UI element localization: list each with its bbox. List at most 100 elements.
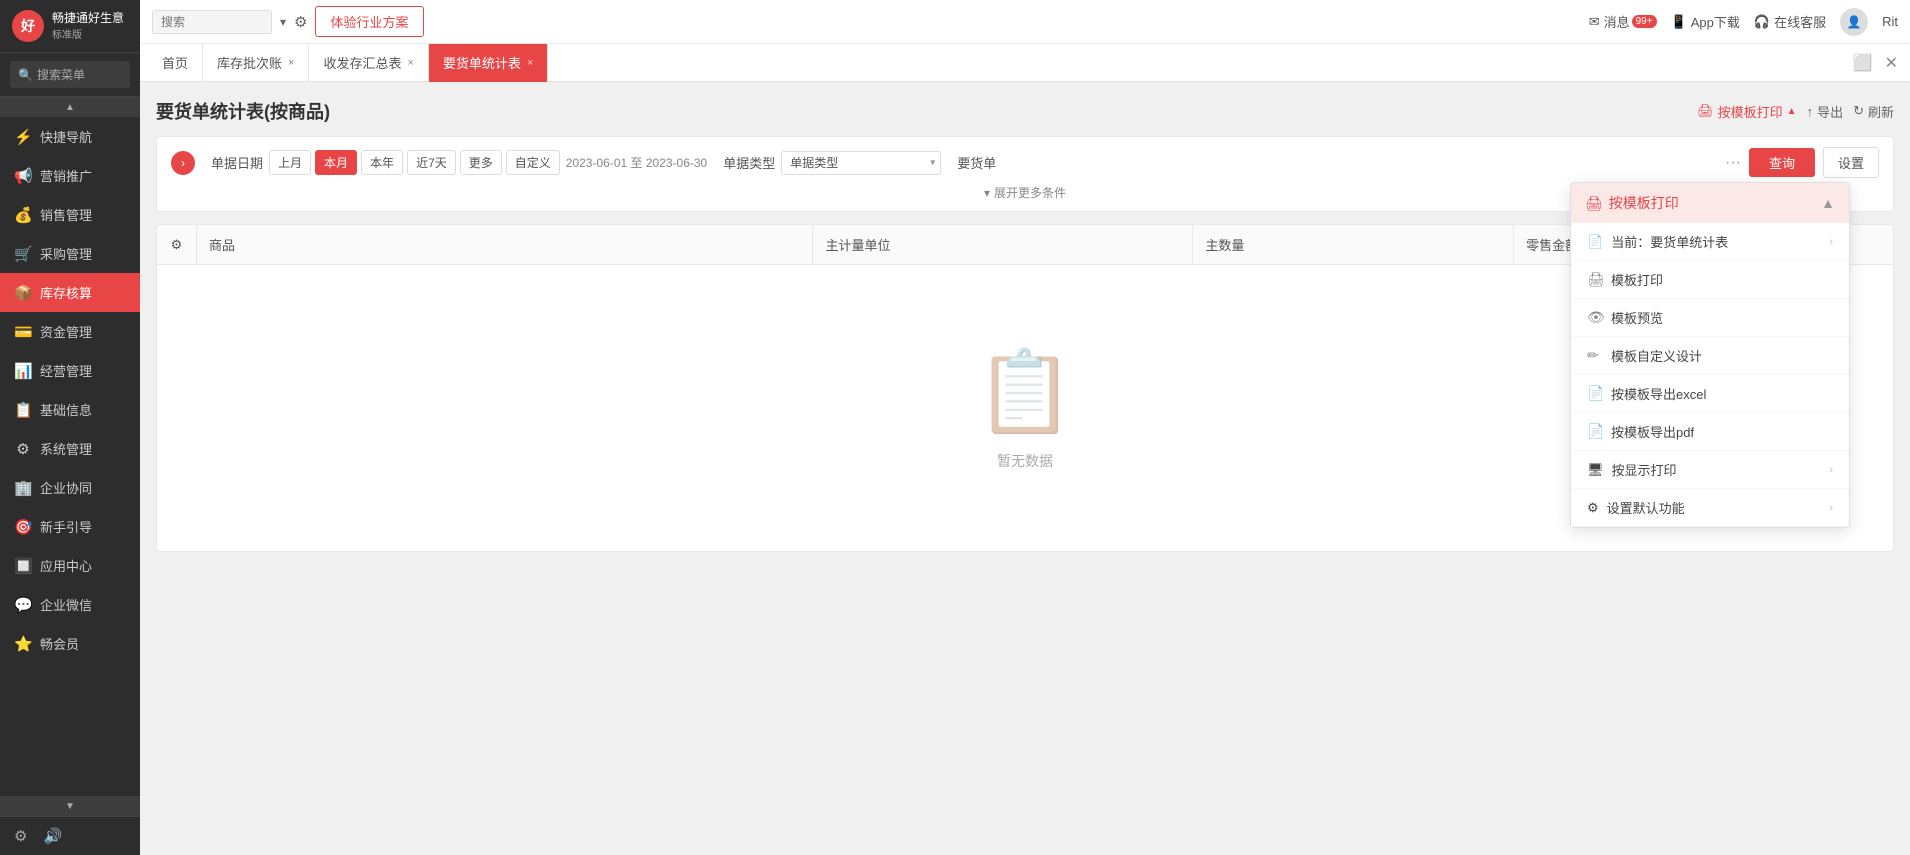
requisition-type-label: 要货单 <box>957 153 996 172</box>
sidebar-item-basic[interactable]: 📋 基础信息 <box>0 390 140 429</box>
sidebar-item-wechat[interactable]: 💬 企业微信 <box>0 585 140 624</box>
more-options-icon[interactable]: ··· <box>1725 154 1741 172</box>
tab-close-collection-summary[interactable]: × <box>407 57 413 69</box>
page-header: 要货单统计表(按商品) 🖨 按模板打印 ▲ ↑ 导出 ↻ 刷新 <box>156 98 1894 124</box>
tabs-controls: ⬜ ✕ <box>1849 51 1902 75</box>
avatar-placeholder: 👤 <box>1847 15 1862 29</box>
avatar[interactable]: 👤 <box>1840 8 1868 36</box>
dropdown-current-item[interactable]: 📄 当前：要货单统计表 › <box>1571 223 1849 261</box>
refresh-button[interactable]: ↻ 刷新 <box>1853 102 1894 121</box>
query-button[interactable]: 查询 <box>1749 148 1815 177</box>
app-version: 标准版 <box>52 26 124 41</box>
sidebar-search-area: 🔍 搜索菜单 <box>0 53 140 97</box>
logo-text-area: 畅捷通好生意 标准版 <box>52 11 124 42</box>
app-center-icon: 🔲 <box>14 557 32 575</box>
marketing-icon: 📢 <box>14 167 32 185</box>
tab-maximize-button[interactable]: ⬜ <box>1849 51 1877 75</box>
page-actions: 🖨 按模板打印 ▲ ↑ 导出 ↻ 刷新 <box>1697 102 1894 121</box>
scroll-up-button[interactable]: ▲ <box>0 97 140 117</box>
sidebar-item-system[interactable]: ⚙ 系统管理 <box>0 429 140 468</box>
online-service-button[interactable]: 🎧 在线客服 <box>1754 12 1826 31</box>
table-settings-icon[interactable]: ⚙ <box>171 237 183 253</box>
app-name: 畅捷通好生意 <box>52 11 124 27</box>
filter-order-type-item: 单据类型 单据类型 要货单 <box>723 151 941 175</box>
dropdown-default-settings-item[interactable]: ⚙ 设置默认功能 › <box>1571 489 1849 527</box>
sidebar-item-member[interactable]: ⭐ 畅会员 <box>0 624 140 663</box>
template-print-item-icon: 🖨 <box>1587 271 1603 288</box>
th-product: 商品 <box>197 225 813 264</box>
app-download-button[interactable]: 📱 App下载 <box>1671 12 1740 31</box>
topbar-settings-button[interactable]: ⚙ <box>294 13 307 31</box>
sidebar-nav: ⚡ 快捷导航 📢 营销推广 💰 销售管理 🛒 采购管理 📦 库存核算 💳 资金管… <box>0 117 140 796</box>
filter-toggle-button[interactable]: › <box>171 151 195 175</box>
date-btn-this-year[interactable]: 本年 <box>361 150 403 175</box>
sidebar-item-inventory[interactable]: 📦 库存核算 <box>0 273 140 312</box>
template-print-dropdown: 🖨 按模板打印 ▲ 📄 当前：要货单统计表 › 🖨 模板打印 👁 模板预览 <box>1570 182 1850 528</box>
search-icon: 🔍 <box>18 68 33 82</box>
tab-home[interactable]: 首页 <box>148 44 203 82</box>
sidebar-item-app-center[interactable]: 🔲 应用中心 <box>0 546 140 585</box>
sidebar-item-operations[interactable]: 📊 经营管理 <box>0 351 140 390</box>
chevron-down-icon: ▾ <box>984 186 990 200</box>
sidebar-item-finance[interactable]: 💳 资金管理 <box>0 312 140 351</box>
export-button[interactable]: ↑ 导出 <box>1807 102 1844 121</box>
expand-more-button[interactable]: ▾ 展开更多条件 <box>984 184 1066 201</box>
empty-illustration: 📋 <box>975 345 1075 439</box>
date-btn-7days[interactable]: 近7天 <box>407 150 456 175</box>
dropdown-export-excel-item[interactable]: 📄 按模板导出excel <box>1571 375 1849 413</box>
tab-close-requisition-stats[interactable]: × <box>527 57 533 69</box>
logo-icon: 好 <box>12 10 44 42</box>
dropdown-display-print-left: 🖥 按显示打印 <box>1587 460 1677 479</box>
dropdown-template-print-item[interactable]: 🖨 模板打印 <box>1571 261 1849 299</box>
th-unit: 主计量单位 <box>813 225 1193 264</box>
current-item-arrow: › <box>1829 236 1833 248</box>
tab-requisition-stats[interactable]: 要货单统计表 × <box>429 44 548 82</box>
date-btn-more[interactable]: 更多 <box>460 150 502 175</box>
sidebar-item-guide[interactable]: 🎯 新手引导 <box>0 507 140 546</box>
tab-close-all-button[interactable]: ✕ <box>1881 51 1902 75</box>
dropdown-display-print-item[interactable]: 🖥 按显示打印 › <box>1571 451 1849 489</box>
service-icon: 🎧 <box>1754 14 1770 30</box>
th-settings[interactable]: ⚙ <box>157 225 197 264</box>
template-print-button[interactable]: 🖨 按模板打印 ▲ <box>1697 102 1796 121</box>
template-preview-item-icon: 👁 <box>1587 309 1603 326</box>
quick-nav-icon: ⚡ <box>14 128 32 146</box>
page-content-area: 要货单统计表(按商品) 🖨 按模板打印 ▲ ↑ 导出 ↻ 刷新 <box>140 82 1910 855</box>
sound-footer-icon[interactable]: 🔊 <box>43 827 62 845</box>
dropdown-current-left: 📄 当前：要货单统计表 <box>1587 232 1728 251</box>
dropdown-close-button[interactable]: ▲ <box>1821 195 1835 211</box>
download-icon: 📱 <box>1671 14 1687 30</box>
search-menu-button[interactable]: 🔍 搜索菜单 <box>10 61 130 88</box>
topbar-search-input[interactable] <box>152 10 272 34</box>
topbar-dropdown-button[interactable]: ▾ <box>280 15 286 29</box>
template-custom-item-icon: ✏ <box>1587 347 1603 364</box>
dropdown-template-custom-item[interactable]: ✏ 模板自定义设计 <box>1571 337 1849 375</box>
dropdown-template-preview-item[interactable]: 👁 模板预览 <box>1571 299 1849 337</box>
date-btn-custom[interactable]: 自定义 <box>506 150 560 175</box>
date-btn-this-month[interactable]: 本月 <box>315 150 357 175</box>
sidebar-item-enterprise[interactable]: 🏢 企业协同 <box>0 468 140 507</box>
tab-close-inventory-batch[interactable]: × <box>288 57 294 69</box>
sidebar-item-sales[interactable]: 💰 销售管理 <box>0 195 140 234</box>
messages-button[interactable]: ✉ 消息 99+ <box>1589 12 1657 31</box>
current-doc-icon: 📄 <box>1587 234 1603 250</box>
default-settings-arrow: › <box>1829 502 1833 514</box>
settings-footer-icon[interactable]: ⚙ <box>14 827 27 845</box>
display-print-arrow: › <box>1829 464 1833 476</box>
wechat-icon: 💬 <box>14 596 32 614</box>
industry-solution-button[interactable]: 体验行业方案 <box>315 6 423 37</box>
empty-text: 暂无数据 <box>997 451 1053 471</box>
member-icon: ⭐ <box>14 635 32 653</box>
sidebar-item-marketing[interactable]: 📢 营销推广 <box>0 156 140 195</box>
dropdown-export-pdf-item[interactable]: 📄 按模板导出pdf <box>1571 413 1849 451</box>
settings-button[interactable]: 设置 <box>1823 147 1879 178</box>
order-type-select[interactable]: 单据类型 要货单 <box>781 151 941 175</box>
sidebar-item-purchase[interactable]: 🛒 采购管理 <box>0 234 140 273</box>
dropdown-default-settings-left: ⚙ 设置默认功能 <box>1587 498 1685 517</box>
date-range-display: 2023-06-01 至 2023-06-30 <box>566 154 707 171</box>
sidebar-item-quick-nav[interactable]: ⚡ 快捷导航 <box>0 117 140 156</box>
tab-inventory-batch[interactable]: 库存批次账 × <box>203 44 309 82</box>
tab-collection-summary[interactable]: 收发存汇总表 × <box>309 44 428 82</box>
date-btn-last-month[interactable]: 上月 <box>269 150 311 175</box>
scroll-down-button[interactable]: ▼ <box>0 796 140 816</box>
